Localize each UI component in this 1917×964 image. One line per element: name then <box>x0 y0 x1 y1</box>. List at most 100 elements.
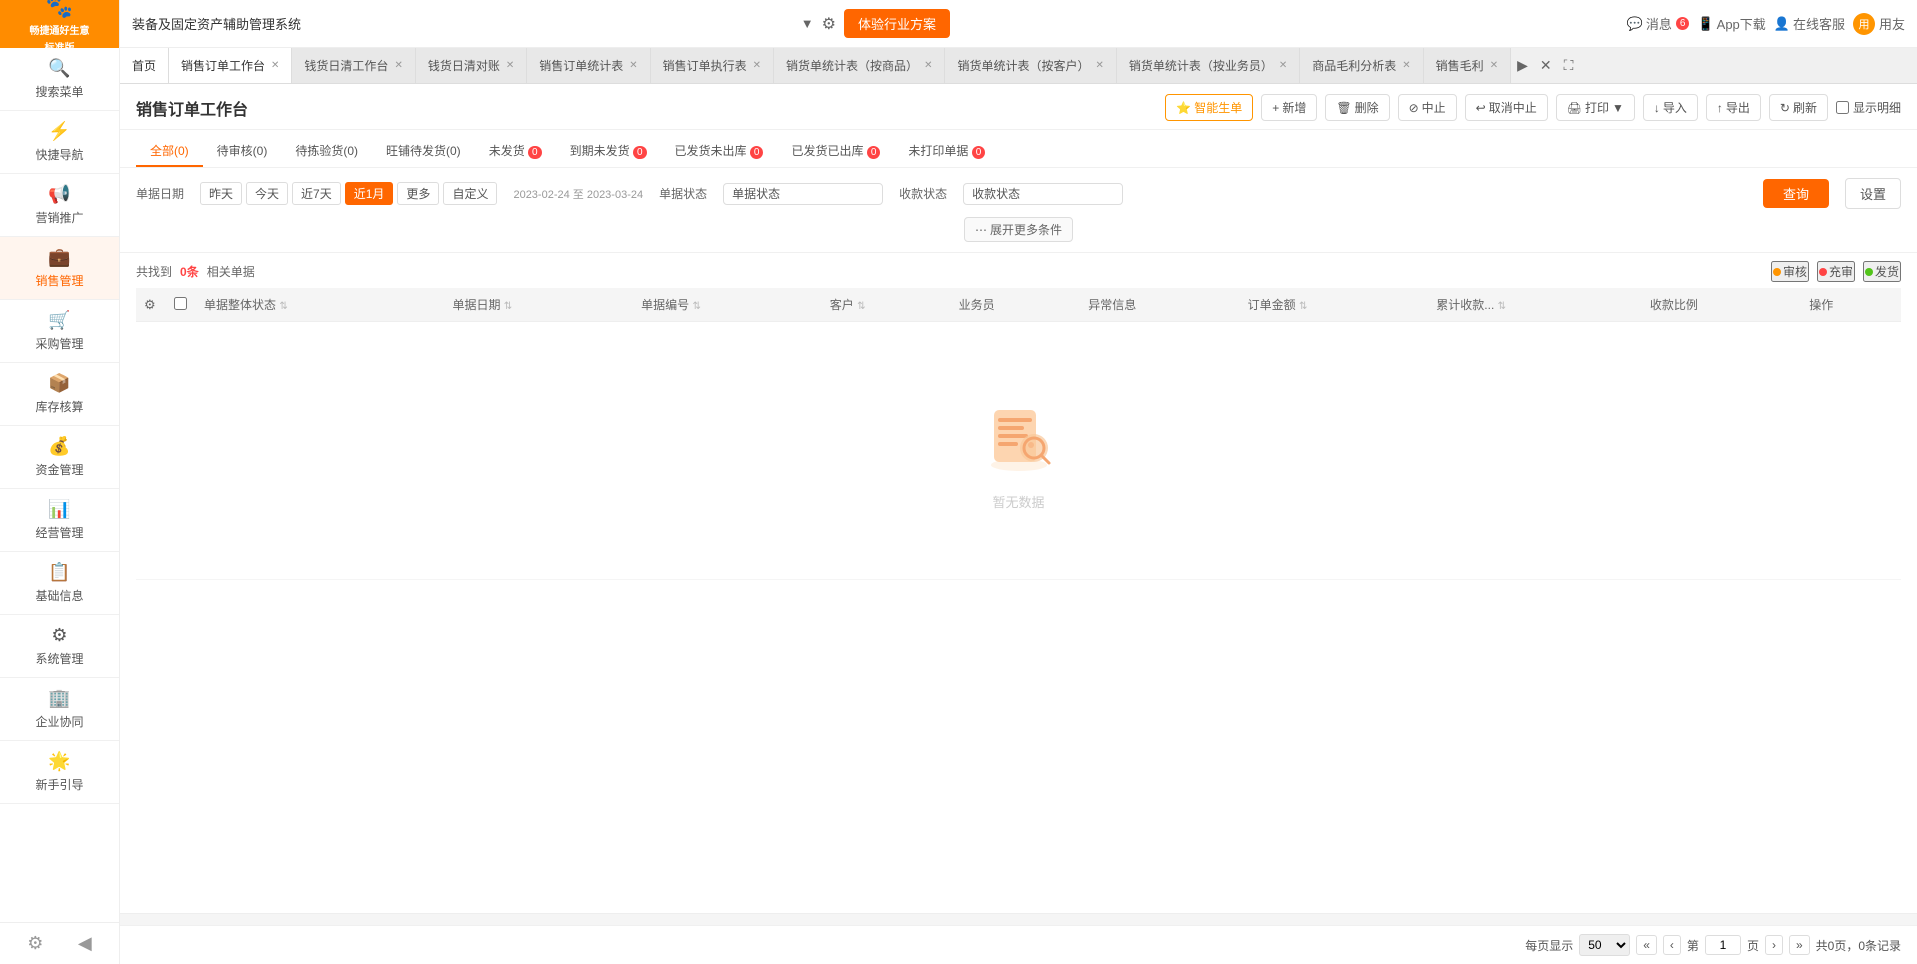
show-detail-checkbox[interactable] <box>1836 101 1849 114</box>
next-page-btn[interactable]: › <box>1765 935 1783 955</box>
setting-button[interactable]: 设置 <box>1845 178 1901 209</box>
tab-close-icon[interactable]: ✕ <box>271 60 279 71</box>
date-btn-today[interactable]: 今天 <box>246 182 288 205</box>
sidebar-item-sales[interactable]: 💼 销售管理 <box>0 237 119 300</box>
tab-close-all[interactable]: ✕ <box>1534 57 1558 74</box>
tab-sales-exec[interactable]: 销售订单执行表 ✕ <box>651 48 774 84</box>
sub-tab-overdue-not-shipped[interactable]: 到期未发货 0 <box>556 136 661 167</box>
tab-gross-margin[interactable]: 商品毛利分析表 ✕ <box>1300 48 1423 84</box>
first-page-btn[interactable]: « <box>1636 935 1657 955</box>
sidebar-settings-icon[interactable]: ⚙ <box>27 933 43 954</box>
tab-close-icon[interactable]: ✕ <box>629 60 637 71</box>
tab-cash-daily[interactable]: 钱货日清工作台 ✕ <box>292 48 415 84</box>
print-button[interactable]: 🖨 打印 ▼ <box>1556 94 1635 121</box>
print-icon: 🖨 <box>1567 101 1582 115</box>
th-collected[interactable]: 累计收款... <box>1428 288 1642 322</box>
sidebar-item-guide[interactable]: 🌟 新手引导 <box>0 741 119 804</box>
sidebar-item-base-info[interactable]: 📋 基础信息 <box>0 552 119 615</box>
th-ratio: 收款比例 <box>1642 288 1801 322</box>
tab-close-icon[interactable]: ✕ <box>1095 60 1103 71</box>
sidebar-item-enterprise[interactable]: 🏢 企业协同 <box>0 678 119 741</box>
sub-tab-pending-review[interactable]: 待审核(0) <box>203 136 282 167</box>
date-btn-custom[interactable]: 自定义 <box>443 182 497 205</box>
tab-sales-single-customer[interactable]: 销货单统计表（按客户） ✕ <box>945 48 1116 84</box>
sub-tab-all[interactable]: 全部(0) <box>136 136 203 167</box>
date-btn-more[interactable]: 更多 <box>397 182 439 205</box>
cancel-review-btn[interactable]: 充审 <box>1817 261 1855 282</box>
sidebar-item-operations[interactable]: 📊 经营管理 <box>0 489 119 552</box>
sidebar-item-quick-nav[interactable]: ⚡ 快捷导航 <box>0 111 119 174</box>
tab-close-icon[interactable]: ✕ <box>1279 60 1287 71</box>
smart-create-button[interactable]: ⭐ 智能生单 <box>1165 94 1253 121</box>
page-input[interactable] <box>1705 935 1741 955</box>
status-filter-select[interactable]: 单据状态 <box>723 183 883 205</box>
sidebar-item-system[interactable]: ⚙ 系统管理 <box>0 615 119 678</box>
date-btn-last1month[interactable]: 近1月 <box>345 182 394 205</box>
export-button[interactable]: ↑ 导出 <box>1706 94 1761 121</box>
horizontal-scrollbar[interactable] <box>120 913 1917 925</box>
tab-label: 销售订单执行表 <box>663 57 747 74</box>
tab-sales-single-product[interactable]: 销货单统计表（按商品） ✕ <box>774 48 945 84</box>
tab-cash-verify[interactable]: 钱货日清对账 ✕ <box>416 48 527 84</box>
th-date[interactable]: 单据日期 <box>444 288 633 322</box>
import-button[interactable]: ↓ 导入 <box>1643 94 1698 121</box>
th-customer[interactable]: 客户 <box>822 288 951 322</box>
tab-sales-workbench[interactable]: 销售订单工作台 ✕ <box>169 48 292 84</box>
query-button[interactable]: 查询 <box>1763 179 1829 208</box>
tab-close-icon[interactable]: ✕ <box>394 60 402 71</box>
delete-button[interactable]: 🗑 删除 <box>1325 94 1389 121</box>
tab-close-icon[interactable]: ✕ <box>1490 60 1498 71</box>
tab-sales-stats[interactable]: 销售订单统计表 ✕ <box>527 48 650 84</box>
sidebar-item-inventory[interactable]: 📦 库存核算 <box>0 363 119 426</box>
per-page-select[interactable]: 10 20 50 100 <box>1579 934 1630 956</box>
add-label: 新增 <box>1282 99 1306 116</box>
message-button[interactable]: 💬 消息 6 <box>1627 14 1690 33</box>
tab-fullscreen[interactable]: ⛶ <box>1558 57 1580 74</box>
column-settings-icon[interactable]: ⚙ <box>144 297 156 312</box>
ship-btn[interactable]: 发货 <box>1863 261 1901 282</box>
prev-page-btn[interactable]: ‹ <box>1663 935 1681 955</box>
th-status[interactable]: 单据整体状态 <box>196 288 444 322</box>
th-number[interactable]: 单据编号 <box>633 288 822 322</box>
sales-icon: 💼 <box>48 247 70 268</box>
last-page-btn[interactable]: » <box>1789 935 1810 955</box>
select-all-checkbox[interactable] <box>174 297 187 310</box>
review-btn[interactable]: 审核 <box>1771 261 1809 282</box>
online-service-button[interactable]: 👤 在线客服 <box>1774 14 1845 33</box>
sidebar-item-search[interactable]: 🔍 搜索菜单 <box>0 48 119 111</box>
sidebar-collapse-icon[interactable]: ◀ <box>78 933 92 954</box>
solution-button[interactable]: 体验行业方案 <box>844 9 950 38</box>
cancel-stop-button[interactable]: ↩ 取消中止 <box>1465 94 1548 121</box>
sub-tab-shipped-no-warehouse[interactable]: 已发货未出库 0 <box>661 136 778 167</box>
sub-tab-not-shipped[interactable]: 未发货 0 <box>475 136 556 167</box>
date-btn-last7[interactable]: 近7天 <box>292 182 341 205</box>
topbar-expand-btn[interactable]: ▼ <box>801 16 814 31</box>
sidebar-item-finance[interactable]: 💰 资金管理 <box>0 426 119 489</box>
tab-close-icon[interactable]: ✕ <box>506 60 514 71</box>
refresh-button[interactable]: ↻ 刷新 <box>1769 94 1828 121</box>
tab-sales-single-staff[interactable]: 销货单统计表（按业务员） ✕ <box>1117 48 1300 84</box>
sub-tab-wangpu-ship[interactable]: 旺铺待发货(0) <box>372 136 475 167</box>
stop-button[interactable]: ⊘ 中止 <box>1398 94 1457 121</box>
tab-close-icon[interactable]: ✕ <box>1402 60 1410 71</box>
sidebar-item-marketing[interactable]: 📢 营销推广 <box>0 174 119 237</box>
payment-filter-select[interactable]: 收款状态 <box>963 183 1123 205</box>
date-btn-yesterday[interactable]: 昨天 <box>200 182 242 205</box>
sub-tab-shipped-out[interactable]: 已发货已出库 0 <box>777 136 894 167</box>
tab-sales-profit[interactable]: 销售毛利 ✕ <box>1424 48 1511 84</box>
app-download-button[interactable]: 📱 App下载 <box>1697 14 1765 33</box>
tab-close-icon[interactable]: ✕ <box>924 60 932 71</box>
sub-tab-pending-check[interactable]: 待拣验货(0) <box>281 136 372 167</box>
sub-tab-not-printed[interactable]: 未打印单据 0 <box>894 136 999 167</box>
show-detail-label[interactable]: 显示明细 <box>1836 99 1901 116</box>
tab-home[interactable]: 首页 <box>120 48 169 84</box>
topbar-gear-icon[interactable]: ⚙ <box>822 14 836 34</box>
th-amount[interactable]: 订单金额 <box>1240 288 1429 322</box>
marketing-icon: 📢 <box>48 184 70 205</box>
sidebar-item-label: 采购管理 <box>35 335 83 352</box>
tab-close-icon[interactable]: ✕ <box>753 60 761 71</box>
add-button[interactable]: + 新增 <box>1261 94 1317 121</box>
tab-nav-more[interactable]: ▶ <box>1511 57 1534 74</box>
expand-filter-button[interactable]: ⋯ 展开更多条件 <box>964 217 1073 242</box>
sidebar-item-purchase[interactable]: 🛒 采购管理 <box>0 300 119 363</box>
